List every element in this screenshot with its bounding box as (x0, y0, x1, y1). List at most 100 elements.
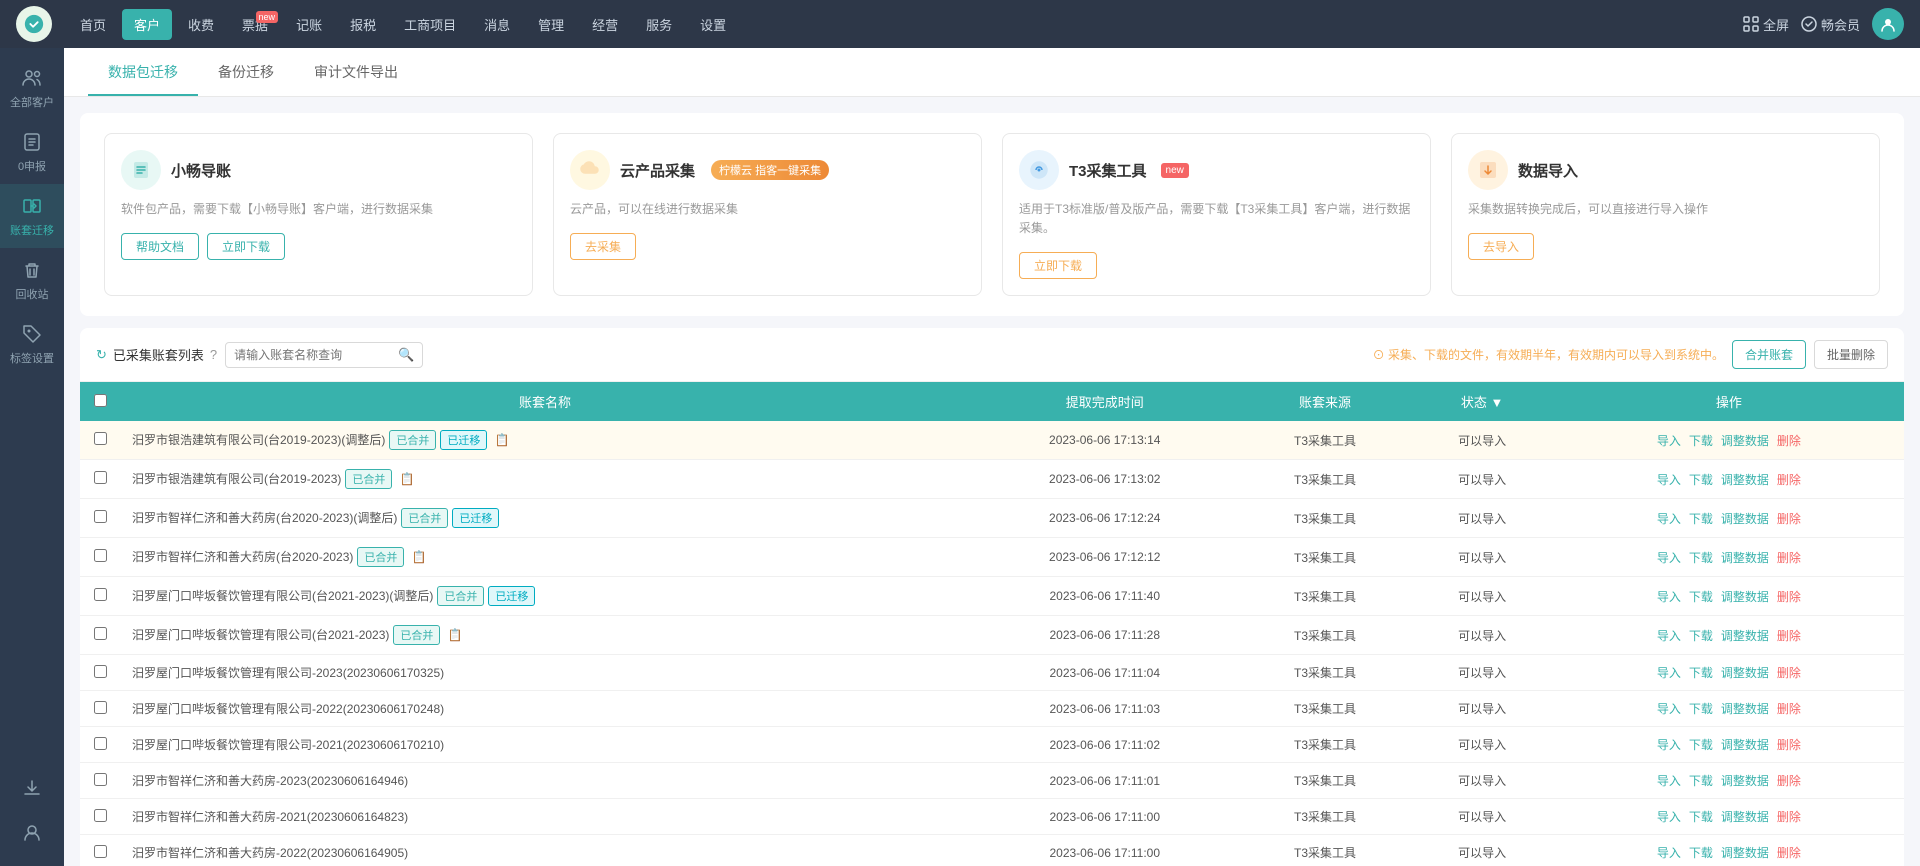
nav-message[interactable]: 消息 (472, 9, 522, 40)
action-download[interactable]: 下载 (1685, 551, 1717, 565)
action-import[interactable]: 导入 (1653, 551, 1685, 565)
col-time[interactable]: 提取完成时间 (970, 382, 1239, 421)
row-checkbox-7[interactable] (94, 665, 107, 678)
action-adjust[interactable]: 调整数据 (1717, 774, 1773, 788)
action-delete[interactable]: 删除 (1773, 738, 1805, 752)
action-delete[interactable]: 删除 (1773, 666, 1805, 680)
action-download[interactable]: 下载 (1685, 473, 1717, 487)
sidebar-item-profile[interactable] (16, 810, 48, 854)
action-import[interactable]: 导入 (1653, 846, 1685, 860)
action-delete[interactable]: 删除 (1773, 702, 1805, 716)
sidebar-item-tag-settings[interactable]: 标签设置 (0, 312, 64, 376)
action-download[interactable]: 下载 (1685, 629, 1717, 643)
nav-home[interactable]: 首页 (68, 9, 118, 40)
btn-download-now-2[interactable]: 立即下载 (1019, 252, 1097, 279)
app-logo[interactable] (16, 6, 52, 42)
action-delete[interactable]: 删除 (1773, 473, 1805, 487)
action-delete[interactable]: 删除 (1773, 629, 1805, 643)
refresh-icon[interactable]: ↻ (96, 347, 107, 363)
sidebar-item-zero-report[interactable]: 0申报 (0, 120, 64, 184)
help-icon[interactable]: ? (210, 347, 217, 362)
nav-invoice[interactable]: 票据 new (230, 9, 280, 40)
row-checkbox-3[interactable] (94, 510, 107, 523)
nav-operation[interactable]: 经营 (580, 9, 630, 40)
user-avatar[interactable] (1872, 8, 1904, 40)
action-adjust[interactable]: 调整数据 (1717, 702, 1773, 716)
action-import[interactable]: 导入 (1653, 590, 1685, 604)
action-download[interactable]: 下载 (1685, 702, 1717, 716)
row-checkbox-11[interactable] (94, 809, 107, 822)
nav-bookkeeping[interactable]: 记账 (284, 9, 334, 40)
search-input[interactable] (234, 348, 394, 362)
nav-settings[interactable]: 设置 (688, 9, 738, 40)
fullscreen-button[interactable]: 全屏 (1743, 15, 1789, 34)
sidebar-item-migrate[interactable]: 账套迁移 (0, 184, 64, 248)
action-import[interactable]: 导入 (1653, 512, 1685, 526)
row-checkbox-10[interactable] (94, 773, 107, 786)
tab-data-migration[interactable]: 数据包迁移 (88, 48, 198, 96)
row-checkbox-12[interactable] (94, 845, 107, 858)
nav-manage[interactable]: 管理 (526, 9, 576, 40)
row-checkbox-1[interactable] (94, 432, 107, 445)
select-all-checkbox[interactable] (94, 394, 107, 407)
action-download[interactable]: 下载 (1685, 434, 1717, 448)
row-checkbox-6[interactable] (94, 627, 107, 640)
action-import[interactable]: 导入 (1653, 702, 1685, 716)
btn-go-import[interactable]: 去导入 (1468, 233, 1534, 260)
row-checkbox-5[interactable] (94, 588, 107, 601)
tab-backup-migration[interactable]: 备份迁移 (198, 48, 294, 96)
nav-business[interactable]: 工商项目 (392, 9, 468, 40)
action-import[interactable]: 导入 (1653, 434, 1685, 448)
action-delete[interactable]: 删除 (1773, 774, 1805, 788)
action-download[interactable]: 下载 (1685, 512, 1717, 526)
action-adjust[interactable]: 调整数据 (1717, 434, 1773, 448)
nav-customer[interactable]: 客户 (122, 9, 172, 40)
action-download[interactable]: 下载 (1685, 666, 1717, 680)
action-import[interactable]: 导入 (1653, 629, 1685, 643)
row-checkbox-2[interactable] (94, 471, 107, 484)
action-delete[interactable]: 删除 (1773, 590, 1805, 604)
action-adjust[interactable]: 调整数据 (1717, 738, 1773, 752)
tab-audit-export[interactable]: 审计文件导出 (294, 48, 418, 96)
action-delete[interactable]: 删除 (1773, 512, 1805, 526)
search-icon[interactable]: 🔍 (398, 347, 414, 363)
action-import[interactable]: 导入 (1653, 738, 1685, 752)
nav-tax[interactable]: 报税 (338, 9, 388, 40)
action-delete[interactable]: 删除 (1773, 810, 1805, 824)
sidebar-item-all-clients[interactable]: 全部客户 (0, 56, 64, 120)
action-download[interactable]: 下载 (1685, 774, 1717, 788)
nav-service[interactable]: 服务 (634, 9, 684, 40)
action-download[interactable]: 下载 (1685, 738, 1717, 752)
action-delete[interactable]: 删除 (1773, 551, 1805, 565)
nav-charge[interactable]: 收费 (176, 9, 226, 40)
action-adjust[interactable]: 调整数据 (1717, 590, 1773, 604)
btn-download-now-1[interactable]: 立即下载 (207, 233, 285, 260)
btn-merge-accounts[interactable]: 合并账套 (1732, 340, 1806, 369)
action-delete[interactable]: 删除 (1773, 434, 1805, 448)
action-adjust[interactable]: 调整数据 (1717, 551, 1773, 565)
col-checkbox[interactable] (80, 382, 120, 421)
action-adjust[interactable]: 调整数据 (1717, 810, 1773, 824)
action-download[interactable]: 下载 (1685, 590, 1717, 604)
action-adjust[interactable]: 调整数据 (1717, 629, 1773, 643)
sidebar-item-download[interactable] (16, 766, 48, 810)
action-adjust[interactable]: 调整数据 (1717, 512, 1773, 526)
row-checkbox-8[interactable] (94, 701, 107, 714)
action-adjust[interactable]: 调整数据 (1717, 846, 1773, 860)
action-import[interactable]: 导入 (1653, 774, 1685, 788)
sidebar-item-trash[interactable]: 回收站 (0, 248, 64, 312)
member-button[interactable]: 畅会员 (1801, 15, 1860, 34)
row-checkbox-9[interactable] (94, 737, 107, 750)
action-delete[interactable]: 删除 (1773, 846, 1805, 860)
btn-batch-delete[interactable]: 批量删除 (1814, 340, 1888, 369)
action-import[interactable]: 导入 (1653, 666, 1685, 680)
btn-go-collect[interactable]: 去采集 (570, 233, 636, 260)
action-download[interactable]: 下载 (1685, 810, 1717, 824)
action-import[interactable]: 导入 (1653, 810, 1685, 824)
row-checkbox-4[interactable] (94, 549, 107, 562)
action-adjust[interactable]: 调整数据 (1717, 473, 1773, 487)
action-adjust[interactable]: 调整数据 (1717, 666, 1773, 680)
col-status[interactable]: 状态 ▼ (1411, 382, 1554, 421)
action-import[interactable]: 导入 (1653, 473, 1685, 487)
btn-help-doc[interactable]: 帮助文档 (121, 233, 199, 260)
